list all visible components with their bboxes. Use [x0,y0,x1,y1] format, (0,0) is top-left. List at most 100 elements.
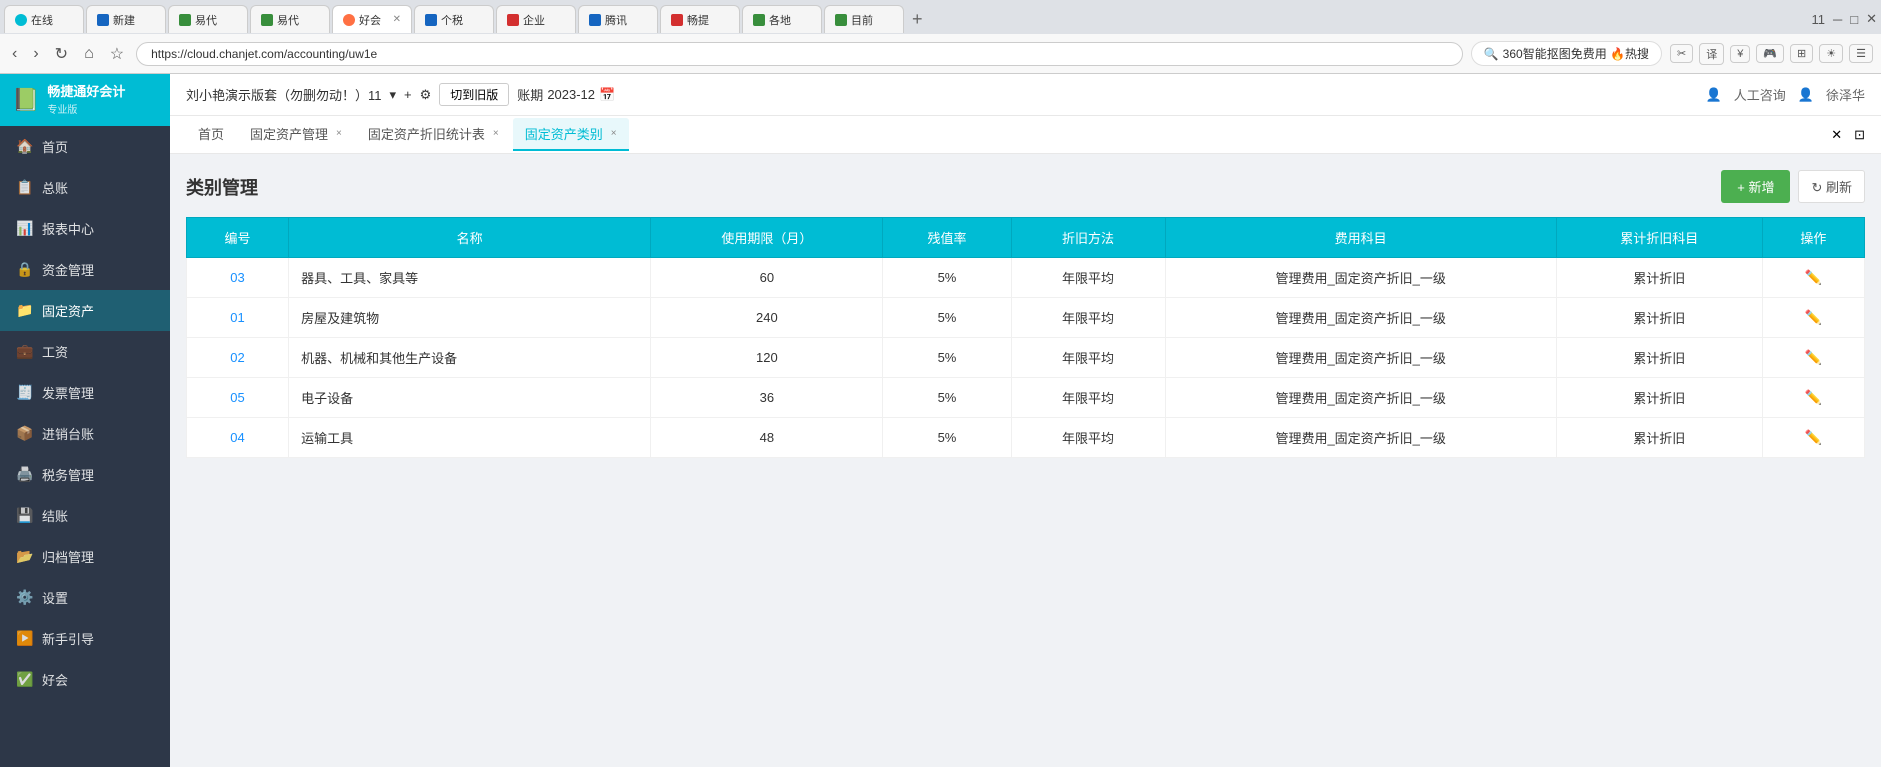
sidebar-haohui-label: 好会 [42,670,68,689]
browser-tab-4[interactable]: 好会 ✕ [332,5,412,33]
browser-tab-3[interactable]: 易代 [250,5,330,33]
home-button[interactable]: ⌂ [80,43,98,65]
sidebar-item-general-ledger[interactable]: 📋 总账 [0,167,170,208]
invoice-icon: 🧾 [16,383,34,401]
browser-tab-8[interactable]: 畅提 [660,5,740,33]
sidebar-item-haohui[interactable]: ✅ 好会 [0,659,170,700]
close-period-icon: 💾 [16,506,34,524]
sidebar-item-fixed-assets[interactable]: 📁 固定资产 [0,290,170,331]
cell-method-0: 年限平均 [1011,258,1165,298]
new-tab-button[interactable]: + [906,9,929,30]
consult-icon: 👤 [1706,87,1722,103]
tab-home[interactable]: 首页 [186,118,236,151]
edit-button-2[interactable]: ✏️ [1805,349,1822,366]
refresh-button[interactable]: ↻ 刷新 [1798,170,1865,203]
edit-button-0[interactable]: ✏️ [1805,269,1822,286]
game-btn[interactable]: 🎮 [1756,44,1784,63]
plus-icon[interactable]: + [404,87,412,102]
translate-btn[interactable]: 译 [1699,43,1724,65]
gear-icon[interactable]: ⚙ [420,87,432,103]
sidebar-item-archive[interactable]: 📂 归档管理 [0,536,170,577]
browser-tab-10[interactable]: 目前 [824,5,904,33]
cell-code-3: 05 [187,378,289,418]
cell-action-3: ✏️ [1762,378,1864,418]
table-header-row: 编号 名称 使用期限（月） 残值率 折旧方法 费用科目 累计折旧科目 操作 [187,218,1865,258]
cut-btn[interactable]: ✂ [1670,44,1693,63]
cell-method-2: 年限平均 [1011,338,1165,378]
address-input[interactable] [136,42,1463,66]
tab-assets-mgmt-close[interactable]: × [336,128,342,139]
edit-button-4[interactable]: ✏️ [1805,429,1822,446]
sidebar-item-payroll[interactable]: 💼 工资 [0,331,170,372]
assets-icon: 📁 [16,301,34,319]
user-display-name: 徐泽华 [1826,85,1865,104]
cell-depreciation-4: 累计折旧 [1556,418,1762,458]
browser-tab-5[interactable]: 个税 [414,5,494,33]
browser-tab-9[interactable]: 各地 [742,5,822,33]
cell-action-4: ✏️ [1762,418,1864,458]
address-bar: ‹ › ↻ ⌂ ☆ 🔍 360智能抠图免费用 🔥热搜 ✂ 译 ¥ 🎮 ⊞ ☀ ☰ [0,34,1881,74]
sidebar-item-settings[interactable]: ⚙️ 设置 [0,577,170,618]
title-actions: + 新增 ↻ 刷新 [1721,170,1865,203]
sidebar-item-purchase-sales[interactable]: 📦 进销台账 [0,413,170,454]
brightness-btn[interactable]: ☀ [1819,44,1843,63]
bookmark-button[interactable]: ☆ [106,42,128,66]
sidebar-assets-label: 固定资产 [42,301,94,320]
sidebar-item-tax[interactable]: 🖨️ 税务管理 [0,454,170,495]
back-button[interactable]: ‹ [8,43,21,65]
col-header-method: 折旧方法 [1011,218,1165,258]
currency-btn[interactable]: ¥ [1730,45,1750,63]
search-bar[interactable]: 🔍 360智能抠图免费用 🔥热搜 [1471,41,1662,66]
category-table: 编号 名称 使用期限（月） 残值率 折旧方法 费用科目 累计折旧科目 操作 03… [186,217,1865,458]
tab-category-close[interactable]: × [611,128,617,139]
edit-button-3[interactable]: ✏️ [1805,389,1822,406]
table-row: 04 运输工具 48 5% 年限平均 管理费用_固定资产折旧_一级 累计折旧 ✏… [187,418,1865,458]
grid-btn[interactable]: ⊞ [1790,44,1813,63]
tab-depreciation-close[interactable]: × [493,128,499,139]
sidebar-item-close-period[interactable]: 💾 结账 [0,495,170,536]
calendar-icon[interactable]: 📅 [599,87,615,103]
col-header-action: 操作 [1762,218,1864,258]
sidebar-item-reports[interactable]: 📊 报表中心 [0,208,170,249]
sidebar-logo-title: 畅捷通好会计 [47,84,125,101]
dropdown-icon[interactable]: ▾ [390,87,397,103]
col-header-expense: 费用科目 [1165,218,1556,258]
cell-code-4: 04 [187,418,289,458]
edit-button-1[interactable]: ✏️ [1805,309,1822,326]
maximize-icon[interactable]: □ [1850,12,1858,27]
cell-action-0: ✏️ [1762,258,1864,298]
consult-label[interactable]: 人工咨询 [1734,85,1786,104]
add-category-button[interactable]: + 新增 [1721,170,1790,203]
sidebar-item-invoice[interactable]: 🧾 发票管理 [0,372,170,413]
tab-window-expand[interactable]: ⊡ [1854,127,1865,143]
cell-method-3: 年限平均 [1011,378,1165,418]
purchase-icon: 📦 [16,424,34,442]
sidebar-item-guide[interactable]: ▶️ 新手引导 [0,618,170,659]
menu-btn[interactable]: ☰ [1849,44,1873,63]
tab-window-close[interactable]: ✕ [1831,127,1842,143]
browser-tab-6[interactable]: 企业 [496,5,576,33]
sidebar: 📗 畅捷通好会计 专业版 🏠 首页 📋 总账 📊 报表中心 🔒 资金管理 📁 固… [0,74,170,767]
sidebar-item-home[interactable]: 🏠 首页 [0,126,170,167]
forward-button[interactable]: › [29,43,42,65]
browser-tab-1[interactable]: 新建 [86,5,166,33]
table-row: 02 机器、机械和其他生产设备 120 5% 年限平均 管理费用_固定资产折旧_… [187,338,1865,378]
sidebar-item-finance[interactable]: 🔒 资金管理 [0,249,170,290]
browser-tab-2[interactable]: 易代 [168,5,248,33]
tab-category[interactable]: 固定资产类别 × [513,118,629,151]
tab-count: 11 [1812,12,1826,27]
reload-button[interactable]: ↻ [51,42,72,66]
tab-close-4[interactable]: ✕ [393,14,401,25]
period-label: 账期 [517,85,543,104]
browser-tab-7[interactable]: 腾讯 [578,5,658,33]
content-area: 类别管理 + 新增 ↻ 刷新 编号 名称 使用期限（月） 残值率 [170,154,1881,767]
tab-depreciation-stats[interactable]: 固定资产折旧统计表 × [356,118,511,151]
minimize-icon[interactable]: ─ [1833,12,1842,27]
switch-version-button[interactable]: 切到旧版 [439,83,509,106]
close-icon[interactable]: ✕ [1866,11,1877,27]
tab-fixed-assets-mgmt[interactable]: 固定资产管理 × [238,118,354,151]
user-avatar-icon: 👤 [1798,87,1814,103]
sidebar-logo-sub: 专业版 [47,101,125,116]
browser-tab-0[interactable]: 在线 [4,5,84,33]
page-title-bar: 类别管理 + 新增 ↻ 刷新 [186,170,1865,203]
